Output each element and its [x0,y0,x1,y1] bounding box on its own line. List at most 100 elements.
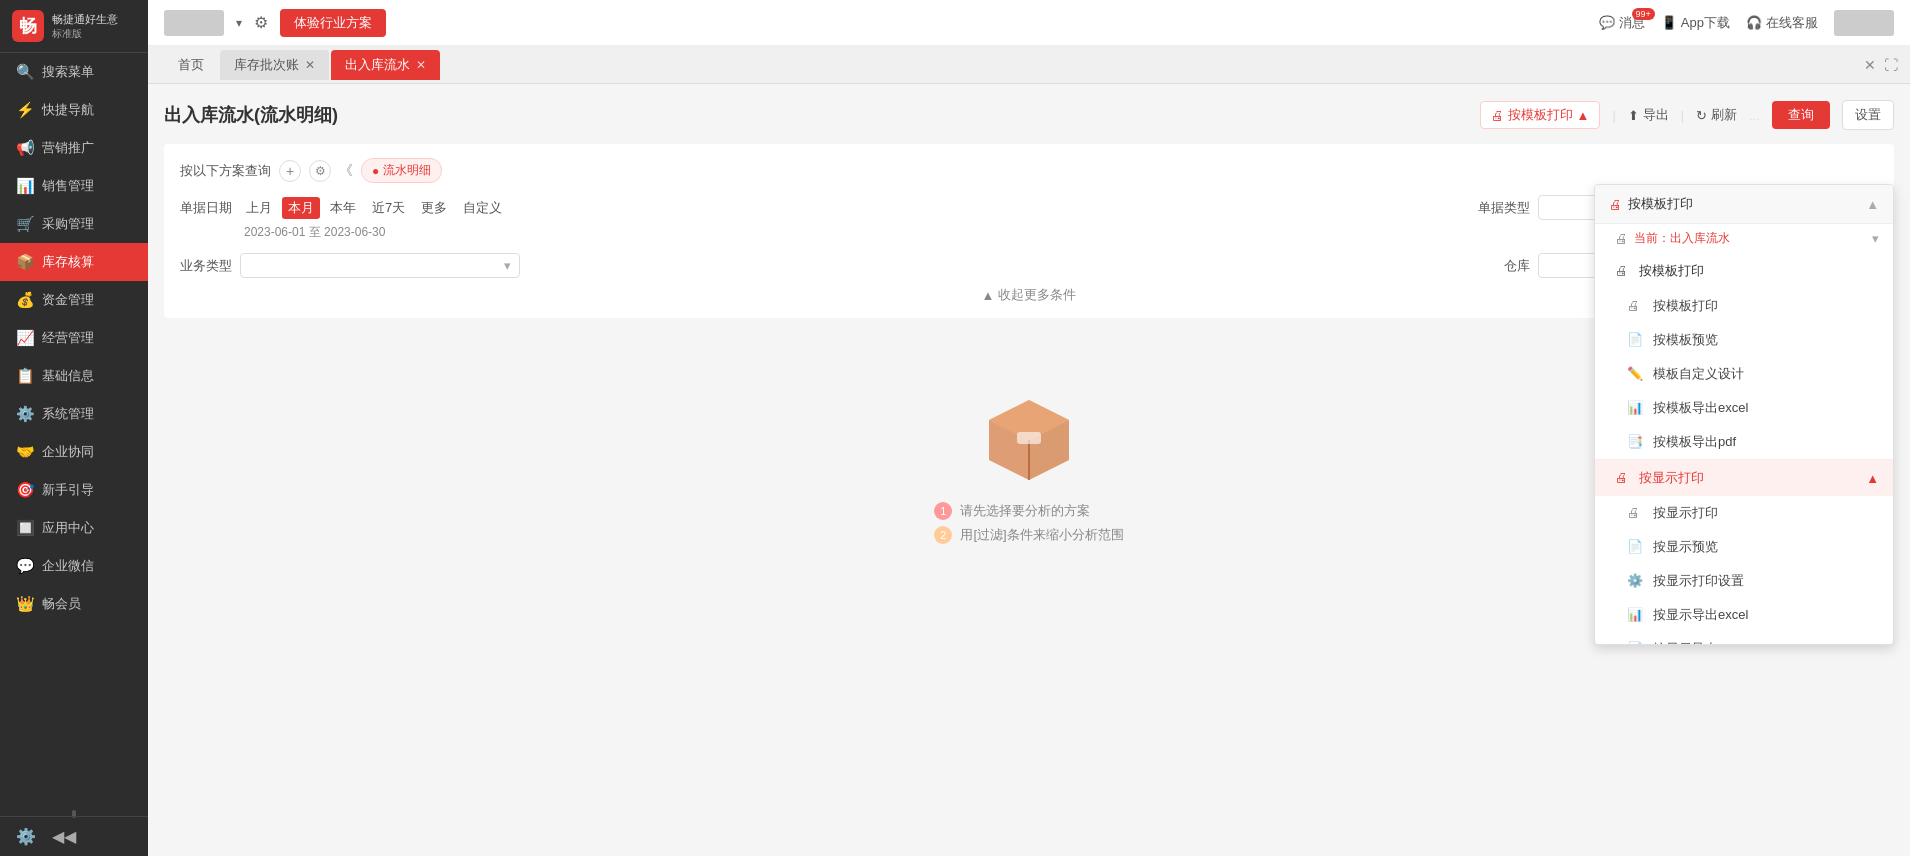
export-icon: ⬆ [1628,108,1639,123]
sidebar-item-label: 采购管理 [42,215,94,233]
item-print-icon: 🖨 [1627,298,1643,314]
logo-title: 畅捷通好生意 [52,12,118,27]
query-btn[interactable]: 查询 [1772,101,1830,129]
display-export-pdf-item[interactable]: 📑 按显示导出pdf [1595,632,1893,644]
date-options: 上月 本月 本年 近7天 更多 自定义 [240,197,508,219]
dropdown-title-text: 按模板打印 [1628,195,1693,213]
page-content: 出入库流水(流水明细) 🖨 按模板打印 ▲ | ⬆ 导出 | ↻ [148,84,1910,856]
sidebar-item-quick-nav[interactable]: ⚡ 快捷导航 [0,91,148,129]
template-print-header[interactable]: 🖨 按模板打印 [1595,253,1893,289]
filter-add-btn[interactable]: + [279,160,301,182]
tab-flow-close[interactable]: ✕ [416,58,426,72]
filter-settings-btn[interactable]: ⚙ [309,160,331,182]
logo-badge: 标准版 [52,27,118,41]
filter-collapse-btn[interactable]: 《 [339,162,353,180]
tab-batch-ledger-label: 库存批次账 [234,56,299,74]
collapse-icon[interactable]: ◀◀ [52,827,76,846]
settings-icon[interactable]: ⚙️ [16,827,36,846]
sidebar-item-marketing[interactable]: 📢 营销推广 [0,129,148,167]
sidebar-item-operations[interactable]: 📈 经营管理 [0,319,148,357]
display-print-header-inner: 🖨 按显示打印 [1615,469,1704,487]
date-field: 单据日期 上月 本月 本年 近7天 更多 自定义 [180,197,508,219]
sidebar-item-purchase[interactable]: 🛒 采购管理 [0,205,148,243]
sidebar-item-guide[interactable]: 🎯 新手引导 [0,471,148,509]
user-dropdown-arrow[interactable]: ▾ [236,16,242,30]
sidebar-item-wechat[interactable]: 💬 企业微信 [0,547,148,585]
settings-btn[interactable]: 设置 [1842,100,1894,130]
template-customize-item[interactable]: ✏️ 模板自定义设计 [1595,357,1893,391]
display-print-settings-item[interactable]: ⚙️ 按显示打印设置 [1595,564,1893,598]
filter-header: 按以下方案查询 + ⚙ 《 ● 流水明细 [180,158,1878,183]
date-opt-week7[interactable]: 近7天 [366,197,411,219]
message-btn[interactable]: 💬 消息 99+ [1599,14,1645,32]
date-opt-prev-month[interactable]: 上月 [240,197,278,219]
display-export-excel-item[interactable]: 📊 按显示导出excel [1595,598,1893,632]
sidebar-item-finance[interactable]: 💰 资金管理 [0,281,148,319]
sidebar-item-appstore[interactable]: 🔲 应用中心 [0,509,148,547]
tab-flow[interactable]: 出入库流水 ✕ [331,50,440,80]
item-customize-label: 模板自定义设计 [1653,365,1744,383]
topbar-gear-icon[interactable]: ⚙ [254,13,268,32]
template-export-pdf-item[interactable]: 📑 按模板导出pdf [1595,425,1893,459]
purchase-icon: 🛒 [16,215,34,233]
sidebar-item-label: 系统管理 [42,405,94,423]
step2-num: 2 [934,526,952,544]
marketing-icon: 📢 [16,139,34,157]
topbar-user-avatar[interactable] [1834,10,1894,36]
display-preview-item[interactable]: 📄 按显示预览 [1595,530,1893,564]
display-print-item[interactable]: 🖨 按显示打印 [1595,496,1893,530]
online-service-btn[interactable]: 🎧 在线客服 [1746,14,1818,32]
sidebar-item-system[interactable]: ⚙️ 系统管理 [0,395,148,433]
sidebar-item-search[interactable]: 🔍 搜索菜单 [0,53,148,91]
tab-expand: ✕ ⛶ [1852,57,1910,73]
empty-step-2: 2 用[过滤]条件来缩小分析范围 [934,526,1123,544]
trial-btn[interactable]: 体验行业方案 [280,9,386,37]
item-customize-icon: ✏️ [1627,366,1643,382]
sidebar-item-basics[interactable]: 📋 基础信息 [0,357,148,395]
date-opt-current-year[interactable]: 本年 [324,197,362,219]
app-download-btn[interactable]: 📱 App下载 [1661,14,1730,32]
sidebar-item-vip[interactable]: 👑 畅会员 [0,585,148,623]
sidebar-item-collab[interactable]: 🤝 企业协同 [0,433,148,471]
sidebar-item-inventory[interactable]: 📦 库存核算 [0,243,148,281]
current-arrow[interactable]: ▾ [1872,231,1879,246]
display-print-section-icon: 🖨 [1615,470,1631,486]
page-header: 出入库流水(流水明细) 🖨 按模板打印 ▲ | ⬆ 导出 | ↻ [164,100,1894,130]
export-btn[interactable]: ⬆ 导出 [1628,106,1669,124]
sidebar-item-sales[interactable]: 📊 销售管理 [0,167,148,205]
empty-icon [979,390,1079,490]
template-print-item[interactable]: 🖨 按模板打印 [1595,289,1893,323]
search-icon: 🔍 [16,63,34,81]
tab-maximize-icon[interactable]: ⛶ [1884,57,1898,73]
print-template-arrow: ▲ [1577,108,1590,123]
sidebar-item-label: 企业微信 [42,557,94,575]
date-opt-custom[interactable]: 自定义 [457,197,508,219]
dropdown-print-icon: 🖨 [1609,197,1622,212]
user-avatar-placeholder [164,10,224,36]
print-icon: 🖨 [1491,108,1504,123]
date-opt-current-month[interactable]: 本月 [282,197,320,219]
display-print-header[interactable]: 🖨 按显示打印 ▲ [1595,460,1893,496]
divider2: | [1681,108,1684,123]
tab-home[interactable]: 首页 [164,50,218,80]
biz-type-select[interactable]: ▾ [240,253,520,278]
print-template-btn[interactable]: 🖨 按模板打印 ▲ [1480,101,1601,129]
refresh-label: 刷新 [1711,106,1737,124]
date-opt-more[interactable]: 更多 [415,197,453,219]
sidebar-item-label: 搜索菜单 [42,63,94,81]
date-field-label: 单据日期 [180,199,232,217]
step1-text: 请先选择要分析的方案 [960,502,1090,520]
tab-batch-ledger-close[interactable]: ✕ [305,58,315,72]
dropdown-close-arrow[interactable]: ▲ [1866,197,1879,212]
sidebar: 畅 畅捷通好生意 标准版 🔍 搜索菜单 ⚡ 快捷导航 📢 营销推广 📊 销售管理 [0,0,148,856]
page-title: 出入库流水(流水明细) [164,103,338,127]
display-print-label: 按显示打印 [1639,469,1704,487]
logo-text-container: 畅捷通好生意 标准版 [52,12,118,41]
refresh-btn[interactable]: ↻ 刷新 [1696,106,1737,124]
tab-batch-ledger[interactable]: 库存批次账 ✕ [220,50,329,80]
sidebar-nav: 🔍 搜索菜单 ⚡ 快捷导航 📢 营销推广 📊 销售管理 🛒 采购管理 📦 [0,53,148,808]
display-print-arrow: ▲ [1866,471,1879,486]
tab-close-all-icon[interactable]: ✕ [1864,57,1876,73]
template-export-excel-item[interactable]: 📊 按模板导出excel [1595,391,1893,425]
template-preview-item[interactable]: 📄 按模板预览 [1595,323,1893,357]
